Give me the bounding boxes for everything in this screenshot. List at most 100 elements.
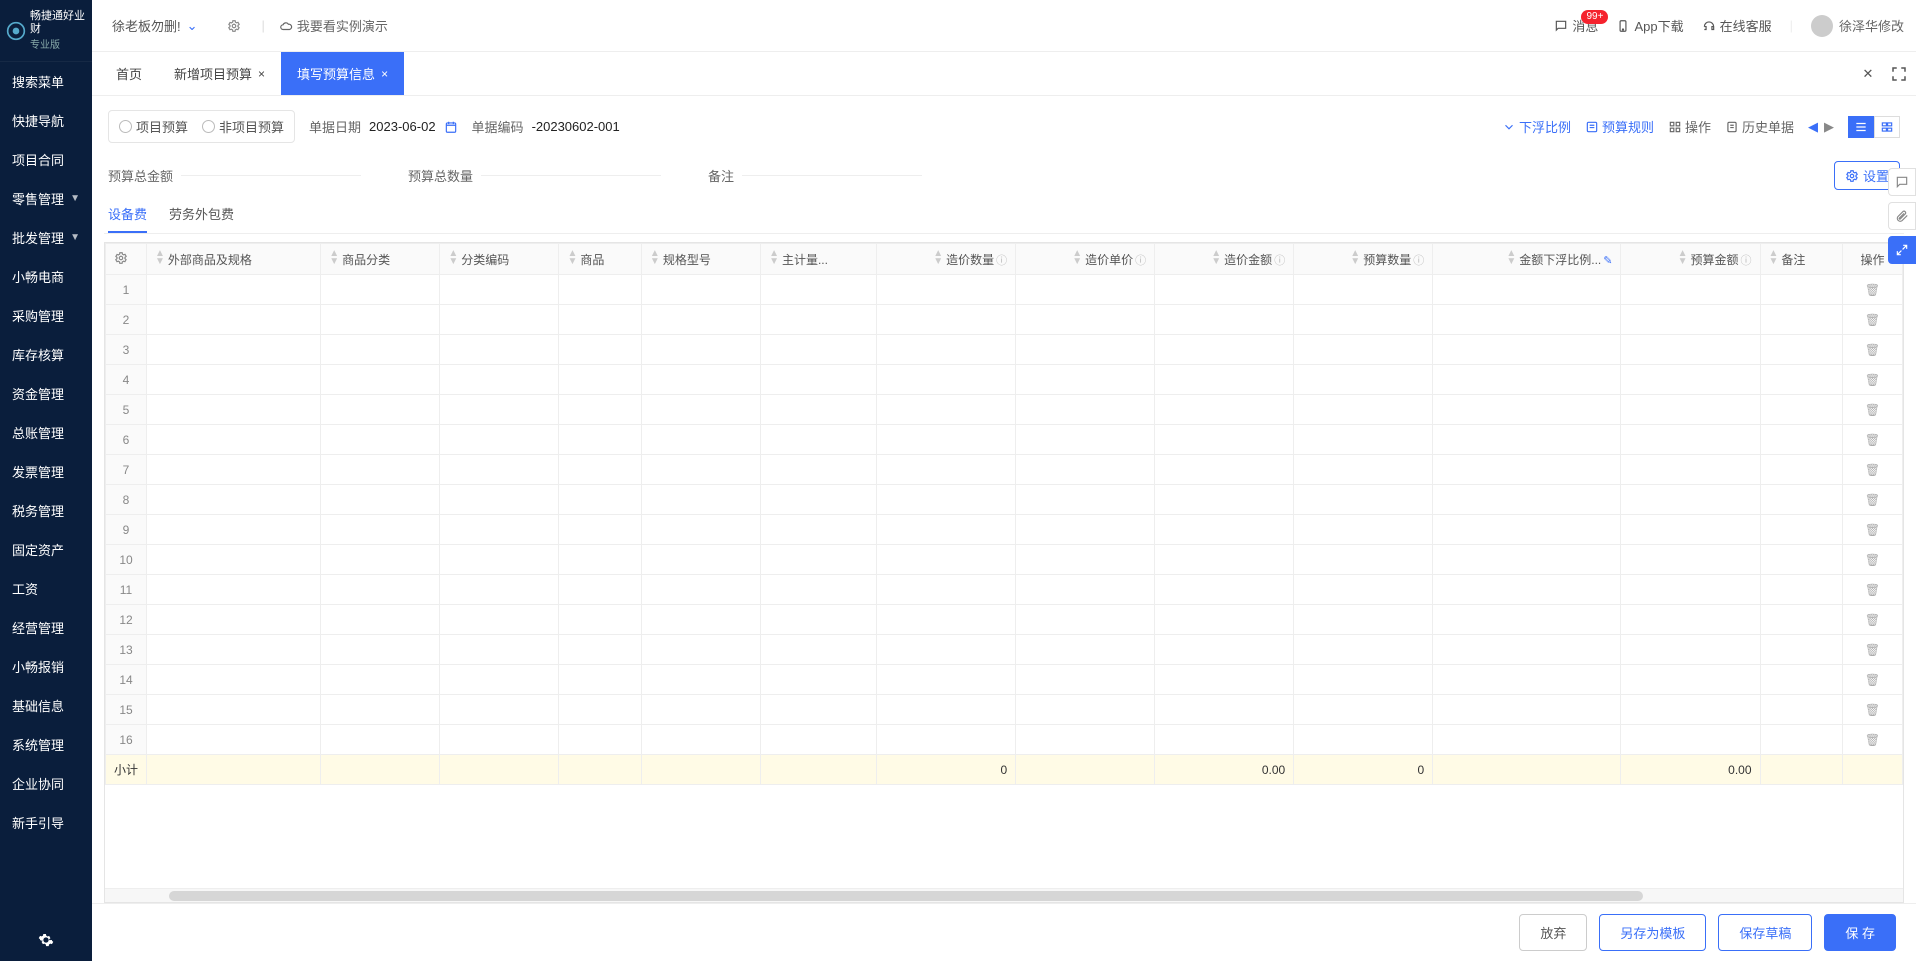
online-service-button[interactable]: 在线客服: [1702, 16, 1772, 35]
table-cell[interactable]: [321, 275, 440, 305]
table-cell[interactable]: [641, 725, 760, 755]
table-cell[interactable]: [321, 305, 440, 335]
table-cell[interactable]: [1621, 605, 1760, 635]
table-cell[interactable]: [559, 335, 641, 365]
sidebar-item[interactable]: 系统管理: [0, 725, 92, 764]
table-cell[interactable]: [1294, 575, 1433, 605]
fullscreen-icon[interactable]: [1890, 65, 1908, 83]
table-row[interactable]: 15🗑: [106, 695, 1903, 725]
table-row[interactable]: 11🗑: [106, 575, 1903, 605]
table-cell[interactable]: [761, 275, 877, 305]
table-cell[interactable]: [321, 575, 440, 605]
table-cell[interactable]: 🗑: [1843, 395, 1903, 425]
table-cell[interactable]: [1433, 365, 1621, 395]
table-row[interactable]: 2🗑: [106, 305, 1903, 335]
table-cell[interactable]: [147, 455, 321, 485]
table-cell[interactable]: [877, 575, 1016, 605]
sidebar-item[interactable]: 发票管理: [0, 452, 92, 491]
table-cell[interactable]: [440, 455, 559, 485]
table-cell[interactable]: [1621, 695, 1760, 725]
table-cell[interactable]: [1621, 545, 1760, 575]
table-cell[interactable]: [440, 575, 559, 605]
operate-button[interactable]: 操作: [1668, 117, 1711, 136]
table-row[interactable]: 8🗑: [106, 485, 1903, 515]
table-cell[interactable]: [1294, 725, 1433, 755]
table-cell[interactable]: 🗑: [1843, 275, 1903, 305]
column-header[interactable]: 规格型号: [641, 244, 760, 275]
sidebar-item[interactable]: 工资: [0, 569, 92, 608]
table-cell[interactable]: [1155, 605, 1294, 635]
table-cell[interactable]: [321, 515, 440, 545]
table-cell[interactable]: [1433, 395, 1621, 425]
edit-icon[interactable]: ✎: [1603, 255, 1612, 267]
column-header[interactable]: 备注: [1760, 244, 1843, 275]
delete-icon[interactable]: 🗑: [1865, 313, 1880, 327]
table-cell[interactable]: [559, 575, 641, 605]
column-header[interactable]: 外部商品及规格: [147, 244, 321, 275]
delete-icon[interactable]: 🗑: [1865, 523, 1880, 537]
table-cell[interactable]: [641, 665, 760, 695]
table-cell[interactable]: [559, 635, 641, 665]
table-row[interactable]: 6🗑: [106, 425, 1903, 455]
table-cell[interactable]: [761, 335, 877, 365]
table-cell[interactable]: [440, 395, 559, 425]
discard-button[interactable]: 放弃: [1519, 914, 1587, 951]
table-cell[interactable]: [761, 605, 877, 635]
budget-total-qty-value[interactable]: [481, 175, 661, 176]
table-cell[interactable]: [761, 455, 877, 485]
table-cell[interactable]: [761, 515, 877, 545]
table-cell[interactable]: [321, 395, 440, 425]
table-cell[interactable]: [1433, 545, 1621, 575]
calendar-icon[interactable]: [444, 120, 458, 134]
demo-link[interactable]: 我要看实例演示: [279, 16, 388, 35]
table-cell[interactable]: [559, 365, 641, 395]
remark-value[interactable]: [742, 175, 922, 176]
table-cell[interactable]: [877, 395, 1016, 425]
bill-date-value[interactable]: 2023-06-02: [369, 119, 436, 134]
table-cell[interactable]: [1016, 695, 1155, 725]
sidebar-item[interactable]: 快捷导航: [0, 101, 92, 140]
table-cell[interactable]: [1760, 575, 1843, 605]
table-cell[interactable]: [1155, 575, 1294, 605]
side-tool-attachment[interactable]: [1888, 202, 1916, 230]
table-cell[interactable]: [1294, 425, 1433, 455]
table-cell[interactable]: [1433, 425, 1621, 455]
table-cell[interactable]: 🗑: [1843, 425, 1903, 455]
table-cell[interactable]: [147, 725, 321, 755]
sidebar-item[interactable]: 总账管理: [0, 413, 92, 452]
table-cell[interactable]: [641, 635, 760, 665]
table-cell[interactable]: [761, 485, 877, 515]
delete-icon[interactable]: 🗑: [1865, 643, 1880, 657]
table-cell[interactable]: [1016, 395, 1155, 425]
table-cell[interactable]: [1016, 275, 1155, 305]
column-settings[interactable]: [106, 244, 147, 275]
tab[interactable]: 首页: [100, 52, 158, 95]
table-cell[interactable]: 🗑: [1843, 515, 1903, 545]
table-row[interactable]: 10🗑: [106, 545, 1903, 575]
table-cell[interactable]: [641, 545, 760, 575]
table-cell[interactable]: [1621, 365, 1760, 395]
table-cell[interactable]: [1294, 485, 1433, 515]
table-cell[interactable]: [1294, 395, 1433, 425]
horizontal-scrollbar[interactable]: [105, 888, 1903, 902]
close-icon[interactable]: ×: [258, 67, 265, 81]
table-cell[interactable]: [147, 545, 321, 575]
table-cell[interactable]: [147, 665, 321, 695]
table-row[interactable]: 7🗑: [106, 455, 1903, 485]
table-cell[interactable]: 🗑: [1843, 455, 1903, 485]
table-cell[interactable]: [1155, 485, 1294, 515]
table-cell[interactable]: 🗑: [1843, 545, 1903, 575]
table-cell[interactable]: [761, 425, 877, 455]
table-cell[interactable]: [761, 545, 877, 575]
table-cell[interactable]: [877, 275, 1016, 305]
table-cell[interactable]: [761, 365, 877, 395]
table-cell[interactable]: [1294, 545, 1433, 575]
column-header[interactable]: 商品分类: [321, 244, 440, 275]
table-cell[interactable]: [641, 455, 760, 485]
table-cell[interactable]: [1155, 515, 1294, 545]
table-cell[interactable]: [321, 485, 440, 515]
table-cell[interactable]: [877, 365, 1016, 395]
table-cell[interactable]: [147, 425, 321, 455]
save-as-template-button[interactable]: 另存为模板: [1599, 914, 1706, 951]
table-cell[interactable]: [1155, 365, 1294, 395]
